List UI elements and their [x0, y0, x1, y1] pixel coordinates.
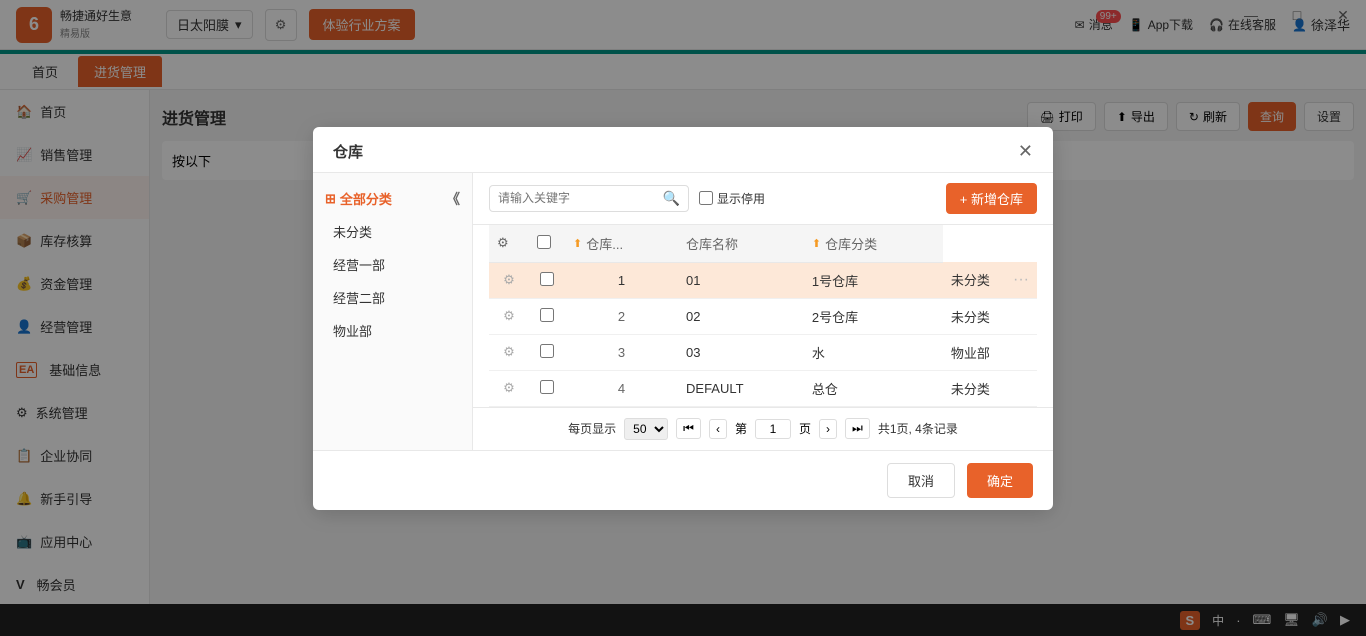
row-settings-icon-2[interactable]: ⚙	[503, 344, 515, 359]
row-checkbox-cell-3	[529, 370, 565, 406]
row-name-0: 1号仓库	[804, 262, 943, 298]
row-select-0[interactable]	[540, 272, 554, 286]
search-icon: 🔍	[663, 190, 680, 207]
row-name-1: 2号仓库	[804, 298, 943, 334]
row-num-2: 3	[565, 334, 678, 370]
sort-icon2: ⬆	[812, 237, 821, 250]
row-category-0: 未分类···	[943, 262, 1037, 298]
checkbox-column-header	[529, 225, 565, 263]
row-checkbox-cell-1	[529, 298, 565, 334]
per-page-select[interactable]: 50	[624, 418, 668, 440]
modal-overlay: 仓库 ✕ ⊞ 全部分类 《 未分类 经营一部 经营二部	[0, 0, 1366, 636]
row-name-2: 水	[804, 334, 943, 370]
show-disabled[interactable]: 显示停用	[699, 190, 765, 207]
modal-main: 🔍 显示停用 + 新增仓库	[473, 173, 1053, 450]
collapse-icon[interactable]: 《	[446, 189, 460, 209]
table-row: ⚙ 2 02 2号仓库 未分类	[489, 298, 1037, 334]
page-label: 第	[735, 420, 747, 437]
prev-page-button[interactable]: ‹	[709, 419, 727, 439]
gear-icon: ⚙	[497, 235, 509, 250]
last-page-button[interactable]: ⏭	[845, 418, 870, 439]
gear-column-header: ⚙	[489, 225, 529, 263]
modal-footer: 取消 确定	[313, 450, 1053, 510]
show-disabled-label: 显示停用	[717, 190, 765, 207]
cancel-button[interactable]: 取消	[887, 463, 955, 498]
name-column-header: 仓库名称	[678, 225, 804, 263]
row-settings-icon-0[interactable]: ⚙	[503, 272, 515, 287]
row-gear-cell-1[interactable]: ⚙	[489, 298, 529, 334]
category-item-ops2[interactable]: 经营二部	[313, 281, 472, 314]
row-code-3: DEFAULT	[678, 370, 804, 406]
row-num-0: 1	[565, 262, 678, 298]
page-input[interactable]	[755, 419, 791, 439]
show-disabled-checkbox[interactable]	[699, 191, 713, 205]
row-actions-0[interactable]: ···	[1013, 271, 1029, 289]
row-code-1: 02	[678, 298, 804, 334]
per-page-label: 每页显示	[568, 420, 616, 437]
modal-toolbar: 🔍 显示停用 + 新增仓库	[473, 173, 1053, 225]
warehouse-table: ⚙ ⬆ 仓库...	[489, 225, 1037, 407]
category-item-property[interactable]: 物业部	[313, 314, 472, 347]
row-code-0: 01	[678, 262, 804, 298]
row-category-2: 物业部	[943, 334, 1037, 370]
row-checkbox-cell-2	[529, 334, 565, 370]
row-settings-icon-1[interactable]: ⚙	[503, 308, 515, 323]
search-input-wrap: 🔍	[489, 185, 689, 212]
search-input[interactable]	[498, 191, 663, 205]
modal-pagination: 每页显示 50 ⏮ ‹ 第 页 › ⏭ 共1页, 4条记录	[473, 407, 1053, 450]
modal-body: ⊞ 全部分类 《 未分类 经营一部 经营二部 物业部	[313, 173, 1053, 450]
page-total-info: 共1页, 4条记录	[878, 420, 958, 437]
add-warehouse-button[interactable]: + 新增仓库	[946, 183, 1037, 214]
table-row: ⚙ 4 DEFAULT 总仓 未分类	[489, 370, 1037, 406]
row-name-3: 总仓	[804, 370, 943, 406]
table-row: ⚙ 3 03 水 物业部	[489, 334, 1037, 370]
row-checkbox-cell-0	[529, 262, 565, 298]
table-row: ⚙ 1 01 1号仓库 未分类···	[489, 262, 1037, 298]
select-all-checkbox[interactable]	[537, 235, 551, 249]
confirm-button[interactable]: 确定	[967, 463, 1033, 498]
all-categories-label: 全部分类	[340, 189, 392, 208]
row-num-1: 2	[565, 298, 678, 334]
row-category-3: 未分类	[943, 370, 1037, 406]
row-gear-cell-3[interactable]: ⚙	[489, 370, 529, 406]
category-sidebar: ⊞ 全部分类 《 未分类 经营一部 经营二部 物业部	[313, 173, 473, 450]
grid-icon: ⊞	[325, 191, 336, 207]
warehouse-modal: 仓库 ✕ ⊞ 全部分类 《 未分类 经营一部 经营二部	[313, 127, 1053, 510]
page-unit: 页	[799, 420, 811, 437]
row-category-1: 未分类	[943, 298, 1037, 334]
row-select-2[interactable]	[540, 344, 554, 358]
warehouse-table-wrap: ⚙ ⬆ 仓库...	[473, 225, 1053, 407]
modal-header: 仓库 ✕	[313, 127, 1053, 173]
category-header[interactable]: ⊞ 全部分类 《	[313, 183, 472, 215]
modal-title: 仓库	[333, 141, 363, 162]
row-num-3: 4	[565, 370, 678, 406]
category-item-ops1[interactable]: 经营一部	[313, 248, 472, 281]
sort-icon: ⬆	[573, 237, 582, 250]
next-page-button[interactable]: ›	[819, 419, 837, 439]
search-area: 🔍 显示停用	[489, 185, 765, 212]
table-header-row: ⚙ ⬆ 仓库...	[489, 225, 1037, 263]
row-gear-cell-2[interactable]: ⚙	[489, 334, 529, 370]
row-select-1[interactable]	[540, 308, 554, 322]
row-select-3[interactable]	[540, 380, 554, 394]
row-settings-icon-3[interactable]: ⚙	[503, 380, 515, 395]
modal-close-button[interactable]: ✕	[1018, 141, 1033, 162]
row-gear-cell-0[interactable]: ⚙	[489, 262, 529, 298]
code-column-header: ⬆ 仓库...	[565, 225, 678, 263]
category-item-unclassified[interactable]: 未分类	[313, 215, 472, 248]
category-column-header: ⬆ 仓库分类	[804, 225, 943, 263]
row-code-2: 03	[678, 334, 804, 370]
first-page-button[interactable]: ⏮	[676, 418, 701, 439]
